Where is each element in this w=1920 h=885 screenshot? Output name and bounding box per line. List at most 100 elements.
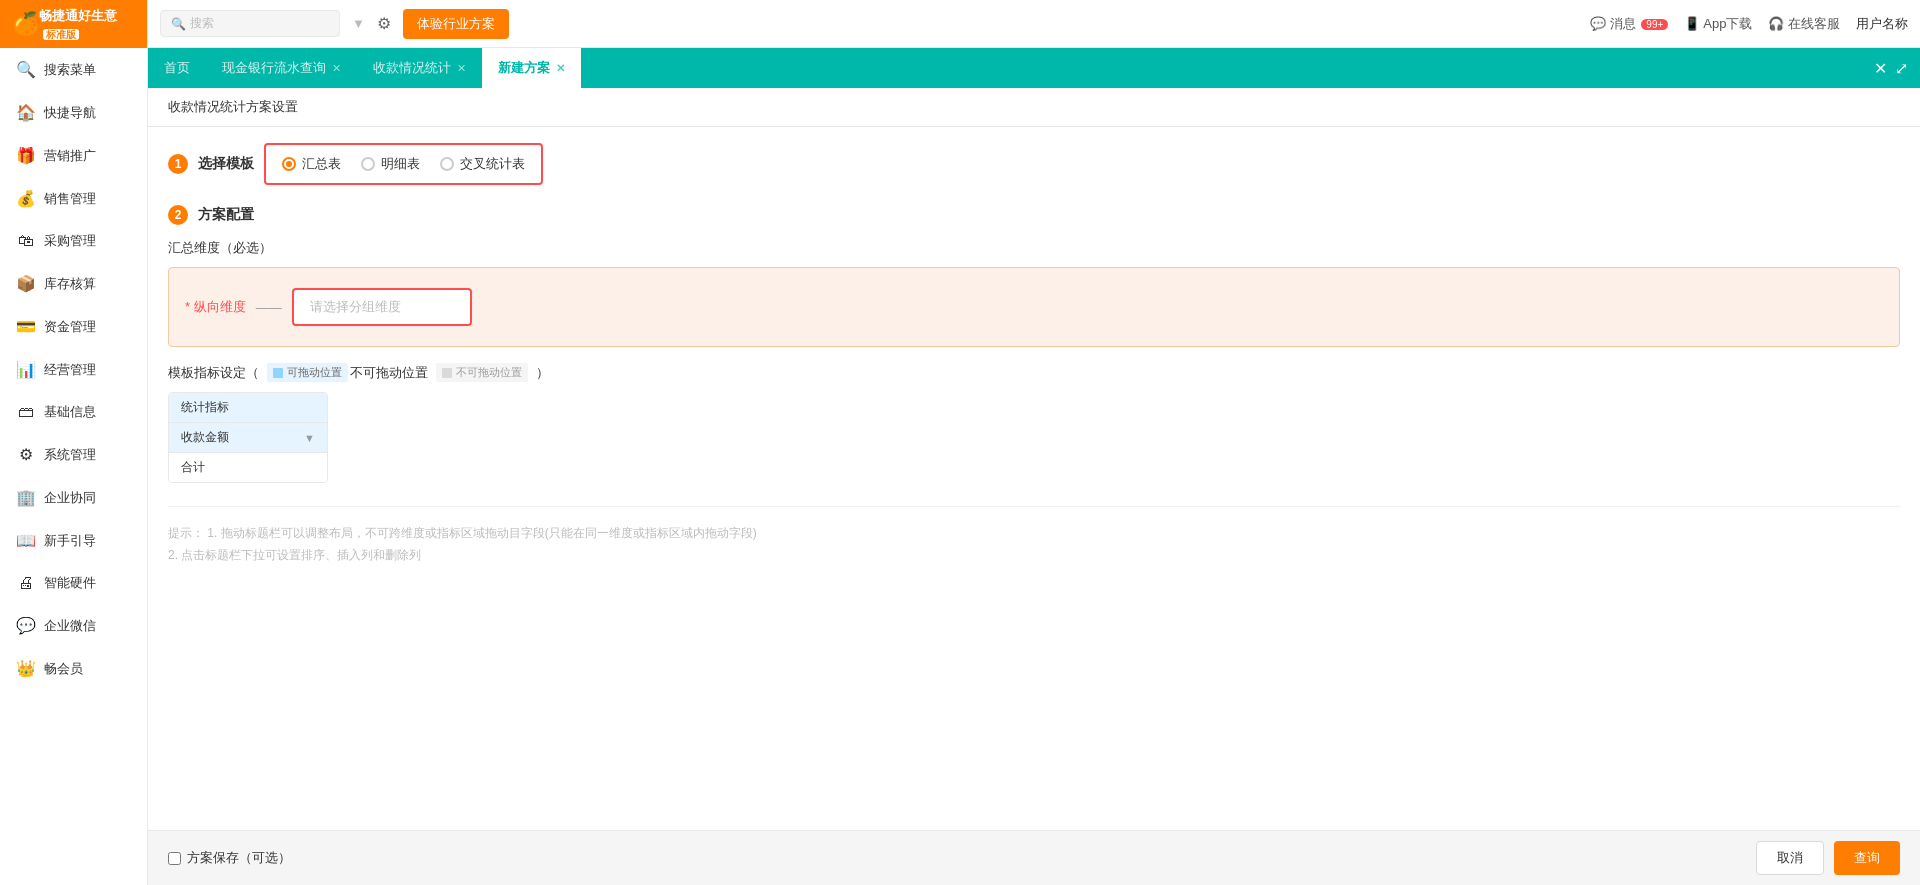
tab-home[interactable]: 首页 — [148, 48, 206, 88]
tips-section: 提示： 1. 拖动标题栏可以调整布局，不可跨维度或指标区域拖动目字段(只能在同一… — [168, 506, 1900, 566]
sales-icon: 💰 — [16, 189, 36, 208]
step1-title: 选择模板 — [198, 155, 254, 173]
sidebar-item-finance[interactable]: 💳 资金管理 — [0, 305, 147, 348]
online-service-item[interactable]: 🎧 在线客服 — [1768, 15, 1840, 33]
query-button[interactable]: 查询 — [1834, 841, 1900, 875]
sidebar-item-label: 销售管理 — [44, 190, 96, 208]
dimension-row: * 纵向维度 —— 请选择分组维度 — [185, 288, 1883, 326]
content-area: 收款情况统计方案设置 1 选择模板 汇总表 明细表 — [148, 88, 1920, 885]
message-item[interactable]: 💬 消息 99+ — [1590, 15, 1668, 33]
sidebar-item-label: 企业协同 — [44, 489, 96, 507]
sidebar-item-label: 新手引导 — [44, 532, 96, 550]
cancel-button[interactable]: 取消 — [1756, 841, 1824, 875]
enterprise-icon: 🏢 — [16, 488, 36, 507]
radio-cross[interactable]: 交叉统计表 — [440, 155, 525, 173]
system-icon: ⚙ — [16, 445, 36, 464]
dimension-arrow: —— — [256, 300, 282, 315]
sidebar-item-enterprise[interactable]: 🏢 企业协同 — [0, 476, 147, 519]
sidebar-item-label: 搜索菜单 — [44, 61, 96, 79]
sidebar-item-label: 畅会员 — [44, 660, 83, 678]
smart-hw-icon: 🖨 — [16, 574, 36, 592]
radio-circle-summary — [282, 157, 296, 171]
sidebar-item-search-menu[interactable]: 🔍 搜索菜单 — [0, 48, 147, 91]
step2-badge: 2 — [168, 205, 188, 225]
step1-section: 1 选择模板 汇总表 明细表 交叉统计表 — [168, 143, 1900, 185]
tabs-actions: ✕ ⤢ — [1874, 59, 1920, 78]
radio-detail[interactable]: 明细表 — [361, 155, 420, 173]
sidebar-item-basic-info[interactable]: 🗃 基础信息 — [0, 391, 147, 433]
footer-actions: 取消 查询 — [1756, 841, 1900, 875]
dimension-area: * 纵向维度 —— 请选择分组维度 — [168, 267, 1900, 347]
dimension-selector[interactable]: 请选择分组维度 — [292, 288, 472, 326]
metrics-table-row-total: 合计 — [169, 453, 327, 482]
sidebar-item-marketing[interactable]: 🎁 营销推广 — [0, 134, 147, 177]
industry-btn[interactable]: 体验行业方案 — [403, 9, 509, 39]
content-header: 收款情况统计方案设置 — [148, 88, 1920, 127]
save-checkbox[interactable]: 方案保存（可选） — [168, 849, 291, 867]
message-badge: 99+ — [1641, 19, 1668, 30]
sidebar-item-member[interactable]: 👑 畅会员 — [0, 647, 147, 690]
step2-header: 2 方案配置 — [168, 205, 1900, 225]
sidebar-item-label: 营销推广 — [44, 147, 96, 165]
quick-nav-icon: 🏠 — [16, 103, 36, 122]
topbar-arrow: ▼ — [352, 16, 365, 31]
tab-collection-stats[interactable]: 收款情况统计 ✕ — [357, 48, 482, 88]
step2-section: 2 方案配置 汇总维度（必选） * 纵向维度 —— 请选择分组维度 — [168, 205, 1900, 566]
plan-config: 汇总维度（必选） * 纵向维度 —— 请选择分组维度 模板指标设定（ — [168, 239, 1900, 486]
tab-close-new-plan[interactable]: ✕ — [556, 62, 565, 75]
search-menu-icon: 🔍 — [16, 60, 36, 79]
search-box[interactable]: 🔍 搜索 — [160, 10, 340, 37]
guide-icon: 📖 — [16, 531, 36, 550]
sidebar-item-guide[interactable]: 📖 新手引导 — [0, 519, 147, 562]
radio-circle-detail — [361, 157, 375, 171]
sidebar-item-wechat[interactable]: 💬 企业微信 — [0, 604, 147, 647]
non-draggable-tag: 不可拖动位置 — [436, 363, 528, 382]
chevron-down-icon: ▼ — [304, 432, 315, 444]
close-window-icon[interactable]: ✕ — [1874, 59, 1887, 78]
tab-close-bank-flow[interactable]: ✕ — [332, 62, 341, 75]
metrics-setting-label: 模板指标设定（ 可拖动位置 不可拖动位置 不可拖动位置 ） — [168, 363, 1900, 382]
inventory-icon: 📦 — [16, 274, 36, 293]
sidebar-item-label: 系统管理 — [44, 446, 96, 464]
sidebar: 🍊 畅捷通好生意 标准版 🔍 搜索菜单 🏠 快捷导航 🎁 营销推广 💰 销售管理… — [0, 0, 148, 885]
sidebar-item-smart-hw[interactable]: 🖨 智能硬件 — [0, 562, 147, 604]
sidebar-item-inventory[interactable]: 📦 库存核算 — [0, 262, 147, 305]
content-body: 1 选择模板 汇总表 明细表 交叉统计表 — [148, 127, 1920, 830]
username[interactable]: 用户名称 — [1856, 15, 1908, 33]
sidebar-item-sales[interactable]: 💰 销售管理 — [0, 177, 147, 220]
sidebar-item-label: 基础信息 — [44, 403, 96, 421]
basic-info-icon: 🗃 — [16, 403, 36, 421]
sidebar-item-system[interactable]: ⚙ 系统管理 — [0, 433, 147, 476]
wechat-icon: 💬 — [16, 616, 36, 635]
main-area: 🔍 搜索 ▼ ⚙ 体验行业方案 💬 消息 99+ 📱 App下载 🎧 在线客服 … — [148, 0, 1920, 885]
radio-circle-cross — [440, 157, 454, 171]
dimension-label: 汇总维度（必选） — [168, 239, 1900, 257]
operations-icon: 📊 — [16, 360, 36, 379]
sidebar-logo: 🍊 畅捷通好生意 标准版 — [0, 0, 147, 48]
app-download-item[interactable]: 📱 App下载 — [1684, 15, 1752, 33]
tab-new-plan[interactable]: 新建方案 ✕ — [482, 48, 581, 88]
purchase-icon: 🛍 — [16, 232, 36, 250]
tip-1: 提示： 1. 拖动标题栏可以调整布局，不可跨维度或指标区域拖动目字段(只能在同一… — [168, 523, 1900, 545]
step2-title: 方案配置 — [198, 206, 254, 224]
topbar: 🔍 搜索 ▼ ⚙ 体验行业方案 💬 消息 99+ 📱 App下载 🎧 在线客服 … — [148, 0, 1920, 48]
gear-icon[interactable]: ⚙ — [377, 14, 391, 33]
metrics-column-header[interactable]: 收款金额 ▼ — [169, 423, 327, 453]
search-placeholder: 搜索 — [190, 15, 214, 32]
row-dimension-label: * 纵向维度 — [185, 298, 246, 316]
maximize-icon[interactable]: ⤢ — [1895, 59, 1908, 78]
sidebar-item-quick-nav[interactable]: 🏠 快捷导航 — [0, 91, 147, 134]
radio-summary[interactable]: 汇总表 — [282, 155, 341, 173]
sidebar-item-label: 智能硬件 — [44, 574, 96, 592]
sidebar-item-purchase[interactable]: 🛍 采购管理 — [0, 220, 147, 262]
sidebar-item-operations[interactable]: 📊 经营管理 — [0, 348, 147, 391]
step1-badge: 1 — [168, 154, 188, 174]
save-checkbox-input[interactable] — [168, 852, 181, 865]
logo-text: 畅捷通好生意 — [39, 7, 117, 25]
logo-icon: 🍊 — [12, 11, 39, 37]
draggable-tag: 可拖动位置 — [267, 363, 348, 382]
tab-close-collection-stats[interactable]: ✕ — [457, 62, 466, 75]
tab-bank-flow[interactable]: 现金银行流水查询 ✕ — [206, 48, 357, 88]
topbar-right: 💬 消息 99+ 📱 App下载 🎧 在线客服 用户名称 — [1590, 15, 1908, 33]
search-icon: 🔍 — [171, 17, 186, 31]
